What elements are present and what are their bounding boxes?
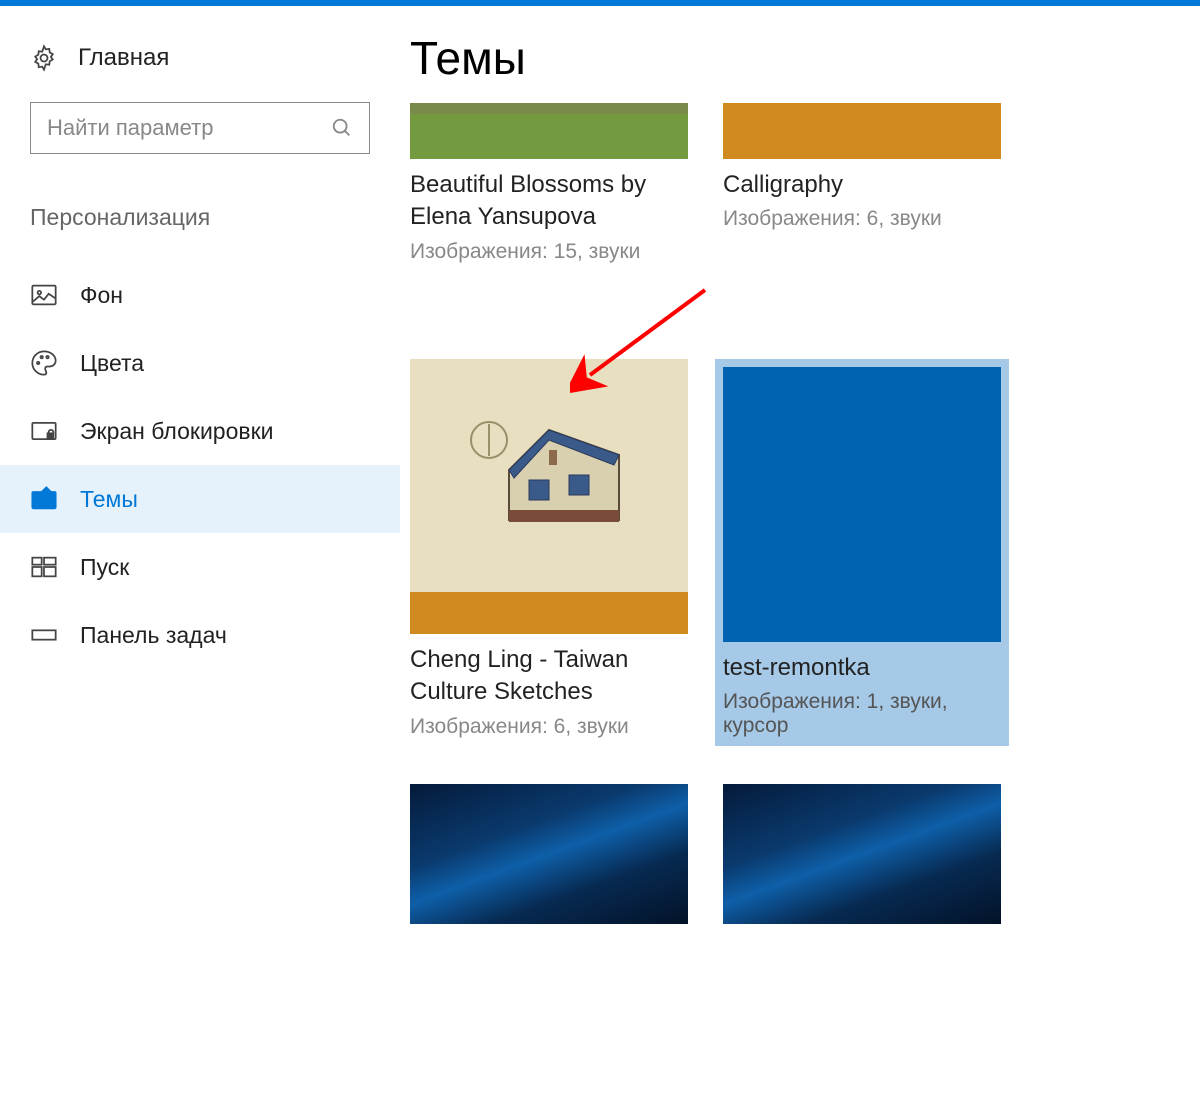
sidebar-item-themes[interactable]: Темы bbox=[0, 465, 400, 533]
sidebar-item-background[interactable]: Фон bbox=[0, 261, 400, 329]
page-title: Темы bbox=[410, 31, 1200, 85]
theme-card-partial-1[interactable] bbox=[410, 784, 688, 924]
theme-thumbnail bbox=[410, 784, 688, 924]
sidebar: Главная Персонализация Фон Цвета bbox=[0, 6, 400, 1106]
taskbar-icon bbox=[30, 621, 58, 649]
home-button[interactable]: Главная bbox=[0, 44, 400, 102]
search-icon bbox=[331, 117, 353, 139]
theme-title: Calligraphy bbox=[723, 169, 1001, 201]
gear-icon bbox=[30, 44, 58, 72]
theme-thumbnail bbox=[723, 784, 1001, 924]
sidebar-item-label: Пуск bbox=[80, 554, 129, 581]
sketch-illustration bbox=[459, 410, 639, 550]
palette-icon bbox=[30, 349, 58, 377]
theme-meta: Изображения: 6, звуки bbox=[723, 207, 1001, 231]
home-label: Главная bbox=[78, 44, 169, 72]
theme-card-test-remontka[interactable]: test-remontka Изображения: 1, звуки, кур… bbox=[715, 359, 1009, 746]
sidebar-item-lockscreen[interactable]: Экран блокировки bbox=[0, 397, 400, 465]
lockscreen-icon bbox=[30, 417, 58, 445]
sidebar-item-label: Темы bbox=[80, 486, 138, 513]
theme-card-partial-2[interactable] bbox=[723, 784, 1001, 924]
main-content: Темы Beautiful Blossoms by Elena Yansupo… bbox=[400, 6, 1200, 1106]
theme-meta: Изображения: 15, звуки bbox=[410, 240, 688, 264]
themes-icon bbox=[30, 485, 58, 513]
theme-card-cheng-ling[interactable]: Cheng Ling - Taiwan Culture Sketches Изо… bbox=[410, 359, 688, 739]
theme-meta: Изображения: 1, звуки, курсор bbox=[723, 690, 1001, 738]
theme-thumbnail bbox=[410, 359, 688, 634]
picture-icon bbox=[30, 281, 58, 309]
sidebar-item-start[interactable]: Пуск bbox=[0, 533, 400, 601]
section-header: Персонализация bbox=[0, 204, 400, 261]
theme-title: test-remontka bbox=[723, 652, 1001, 684]
theme-thumbnail bbox=[723, 367, 1001, 642]
theme-card-blossoms[interactable]: Beautiful Blossoms by Elena Yansupova Из… bbox=[410, 103, 688, 264]
theme-title: Beautiful Blossoms by Elena Yansupova bbox=[410, 169, 688, 234]
sidebar-item-label: Цвета bbox=[80, 350, 144, 377]
sidebar-item-label: Панель задач bbox=[80, 622, 227, 649]
start-icon bbox=[30, 553, 58, 581]
search-box[interactable] bbox=[30, 102, 370, 154]
theme-thumbnail bbox=[723, 103, 1001, 159]
search-input[interactable] bbox=[47, 115, 331, 141]
theme-grid: Beautiful Blossoms by Elena Yansupova Из… bbox=[410, 103, 1200, 924]
theme-title: Cheng Ling - Taiwan Culture Sketches bbox=[410, 644, 688, 709]
sidebar-item-colors[interactable]: Цвета bbox=[0, 329, 400, 397]
theme-thumbnail bbox=[410, 103, 688, 159]
sidebar-item-taskbar[interactable]: Панель задач bbox=[0, 601, 400, 669]
sidebar-item-label: Экран блокировки bbox=[80, 418, 274, 445]
theme-card-calligraphy[interactable]: Calligraphy Изображения: 6, звуки bbox=[723, 103, 1001, 231]
sidebar-item-label: Фон bbox=[80, 282, 123, 309]
theme-meta: Изображения: 6, звуки bbox=[410, 715, 688, 739]
